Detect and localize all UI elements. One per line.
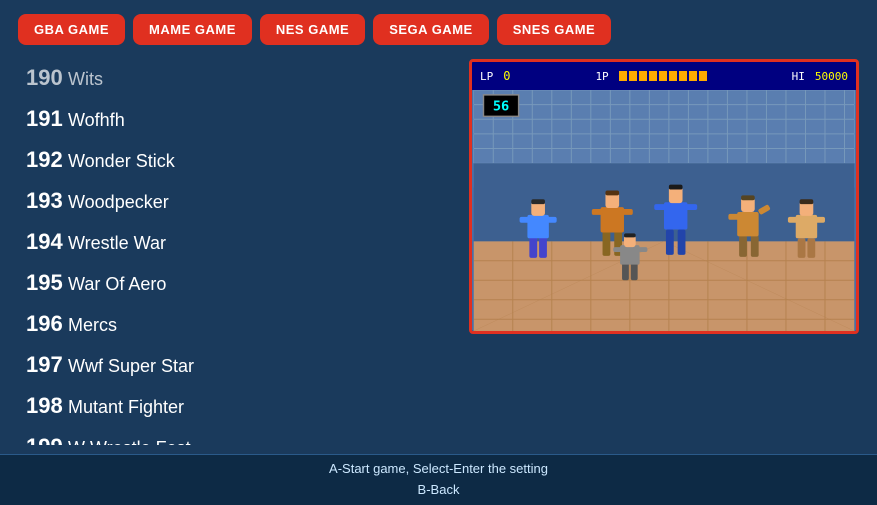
hud-score: 0 [503,69,510,83]
main-content: 190 Wits 191 Wofhfh 192 Wonder Stick 193… [0,55,877,445]
game-number: 193 [26,184,68,217]
tab-snes-game[interactable]: SNES GAME [497,14,612,45]
hud-hi-label: HI [792,70,805,83]
list-item[interactable]: 197 Wwf Super Star [18,344,449,385]
game-number: 190 [26,61,68,94]
game-screenshot: LP 0 1P HI 50000 [472,62,856,331]
footer: A-Start game, Select-Enter the setting B… [0,454,877,505]
game-list: 190 Wits 191 Wofhfh 192 Wonder Stick 193… [18,55,449,445]
list-item[interactable]: 193 Woodpecker [18,180,449,221]
game-number: 191 [26,102,68,135]
game-title: Wrestle War [68,230,166,257]
list-item[interactable]: 196 Mercs [18,303,449,344]
game-title: Mercs [68,312,117,339]
game-hud: LP 0 1P HI 50000 [472,62,856,90]
tab-nes-game[interactable]: NES GAME [260,14,365,45]
hud-1p-label: 1P [595,70,608,83]
game-title: Wwf Super Star [68,353,194,380]
game-number: 195 [26,266,68,299]
tab-mame-game[interactable]: MAME GAME [133,14,252,45]
game-number: 198 [26,389,68,422]
game-number: 199 [26,430,68,445]
game-title: War Of Aero [68,271,166,298]
game-title: Wonder Stick [68,148,175,175]
tabs-bar: GBA GAME MAME GAME NES GAME SEGA GAME SN… [0,0,877,55]
game-title: Wofhfh [68,107,125,134]
list-item[interactable]: 191 Wofhfh [18,98,449,139]
game-number: 196 [26,307,68,340]
list-item[interactable]: 195 War Of Aero [18,262,449,303]
svg-text:56: 56 [493,98,509,114]
list-item[interactable]: 190 Wits [18,57,449,98]
hud-hi-score: 50000 [815,70,848,83]
hud-lp-label: LP [480,70,493,83]
tab-gba-game[interactable]: GBA GAME [18,14,125,45]
tab-sega-game[interactable]: SEGA GAME [373,14,488,45]
game-title: Wits [68,66,103,93]
hud-health-bar [619,71,707,81]
game-scene-svg: 56 [472,90,856,331]
game-preview-panel: LP 0 1P HI 50000 [469,59,859,334]
game-number: 197 [26,348,68,381]
list-item[interactable]: 199 W Wrestle Fest [18,426,449,445]
game-title: Woodpecker [68,189,169,216]
game-number: 192 [26,143,68,176]
footer-line1: A-Start game, Select-Enter the setting [0,459,877,480]
game-title: Mutant Fighter [68,394,184,421]
list-item[interactable]: 192 Wonder Stick [18,139,449,180]
footer-line2: B-Back [0,480,877,501]
list-item[interactable]: 194 Wrestle War [18,221,449,262]
game-title: W Wrestle Fest [68,435,191,445]
list-item[interactable]: 198 Mutant Fighter [18,385,449,426]
game-number: 194 [26,225,68,258]
